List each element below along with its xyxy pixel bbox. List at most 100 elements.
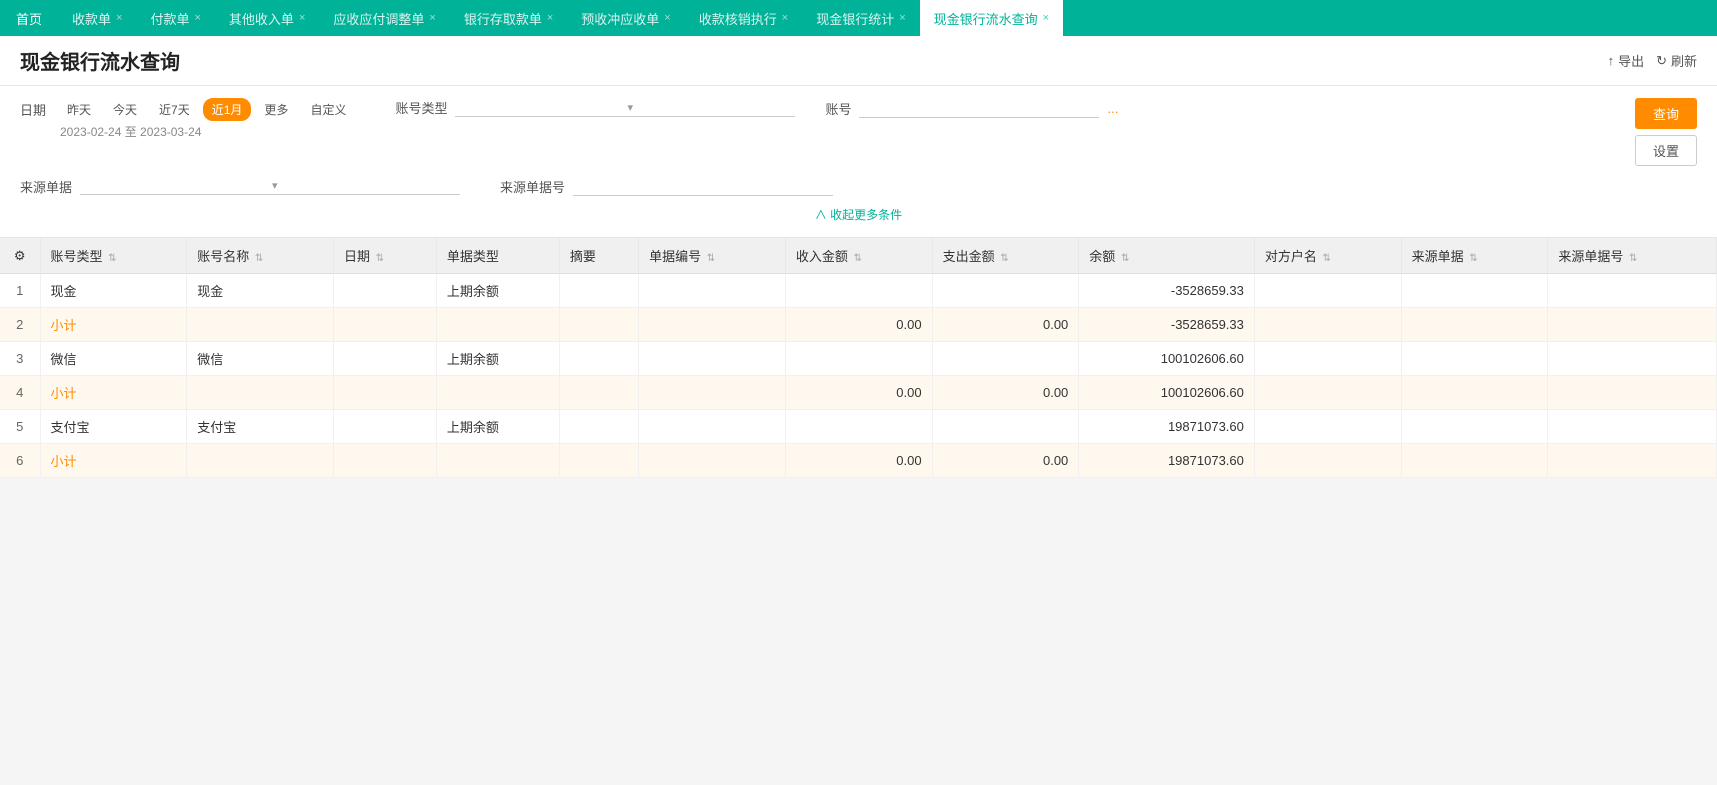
sort-icon[interactable]: ⇅ (1121, 253, 1129, 264)
cell-source_doc_no (1548, 308, 1717, 342)
more-btn[interactable]: 更多 (255, 98, 297, 121)
cell-date (333, 342, 436, 376)
nav-tab-yinhang[interactable]: 银行存取款单 × (450, 0, 567, 36)
table-row[interactable]: 2小计0.000.00-3528659.33 (0, 308, 1717, 342)
table-row[interactable]: 3微信微信上期余额100102606.60 (0, 342, 1717, 376)
dropdown-arrow-icon: ▾ (627, 101, 789, 114)
cell-date (333, 376, 436, 410)
sort-icon[interactable]: ⇅ (255, 253, 263, 264)
close-icon[interactable]: × (299, 12, 305, 24)
nav-tab-yingshou[interactable]: 应收应付调整单 × (319, 0, 449, 36)
cell-doc_type (436, 376, 559, 410)
close-icon[interactable]: × (664, 12, 670, 24)
cell-summary (559, 376, 638, 410)
col-source-doc-no: 来源单据号 ⇅ (1548, 238, 1717, 274)
cell-source_doc_no (1548, 342, 1717, 376)
col-settings[interactable]: ⚙ (0, 238, 40, 274)
nav-home[interactable]: 首页 (0, 0, 58, 36)
cell-doc_no (639, 274, 786, 308)
cell-counterpart (1254, 342, 1401, 376)
cell-source_doc (1401, 308, 1548, 342)
nav-tab-liushui[interactable]: 现金银行流水查询 × (920, 0, 1063, 36)
cell-account_type: 微信 (40, 342, 187, 376)
sort-icon[interactable]: ⇅ (108, 253, 116, 264)
col-expense: 支出金额 ⇅ (932, 238, 1079, 274)
source-doc-select[interactable]: ▾ (80, 177, 460, 195)
export-button[interactable]: ↑ 导出 (1608, 51, 1645, 70)
cell-balance: 19871073.60 (1079, 410, 1255, 444)
cell-account_name (187, 444, 334, 478)
refresh-button[interactable]: ↻ 刷新 (1656, 51, 1697, 70)
cell-no: 6 (0, 444, 40, 478)
data-table: ⚙ 账号类型 ⇅ 账号名称 ⇅ 日期 ⇅ 单据类型 摘要 (0, 238, 1717, 478)
sort-icon[interactable]: ⇅ (854, 253, 862, 264)
sort-icon[interactable]: ⇅ (1629, 253, 1637, 264)
close-icon[interactable]: × (429, 12, 435, 24)
days7-btn[interactable]: 近7天 (150, 98, 199, 121)
page-header: 现金银行流水查询 ↑ 导出 ↻ 刷新 (0, 36, 1717, 86)
sort-icon[interactable]: ⇅ (1323, 253, 1331, 264)
close-icon[interactable]: × (194, 12, 200, 24)
table-row[interactable]: 5支付宝支付宝上期余额19871073.60 (0, 410, 1717, 444)
cell-expense: 0.00 (932, 444, 1079, 478)
cell-doc_no (639, 444, 786, 478)
account-dots[interactable]: ... (1107, 101, 1118, 116)
collapse-bar[interactable]: ∧ 收起更多条件 (20, 200, 1697, 229)
top-navigation: 首页 收款单 × 付款单 × 其他收入单 × 应收应付调整单 × 银行存取款单 … (0, 0, 1717, 36)
nav-tab-shoukuan[interactable]: 收款单 × (58, 0, 136, 36)
table-row[interactable]: 6小计0.000.0019871073.60 (0, 444, 1717, 478)
refresh-icon: ↻ (1656, 53, 1667, 69)
cell-source_doc (1401, 342, 1548, 376)
cell-account_type: 小计 (40, 376, 187, 410)
account-type-select[interactable]: ▾ (455, 99, 795, 117)
cell-balance: 100102606.60 (1079, 376, 1255, 410)
custom-btn[interactable]: 自定义 (301, 98, 355, 121)
nav-tab-qita[interactable]: 其他收入单 × (215, 0, 319, 36)
cell-date (333, 308, 436, 342)
header-actions: ↑ 导出 ↻ 刷新 (1608, 51, 1697, 70)
settings-button[interactable]: 设置 (1635, 135, 1697, 166)
close-icon[interactable]: × (782, 12, 788, 24)
cell-account_type: 支付宝 (40, 410, 187, 444)
sort-icon[interactable]: ⇅ (707, 253, 715, 264)
action-buttons: 查询 设置 (1635, 98, 1697, 166)
sort-icon[interactable]: ⇅ (1000, 253, 1008, 264)
cell-counterpart (1254, 444, 1401, 478)
yesterday-btn[interactable]: 昨天 (58, 98, 100, 121)
month1-btn[interactable]: 近1月 (203, 98, 252, 121)
close-icon[interactable]: × (1043, 12, 1049, 24)
cell-no: 5 (0, 410, 40, 444)
nav-tab-fukuan[interactable]: 付款单 × (136, 0, 214, 36)
nav-tab-yushou[interactable]: 预收冲应收单 × (567, 0, 684, 36)
col-source-doc: 来源单据 ⇅ (1401, 238, 1548, 274)
sort-icon[interactable]: ⇅ (1469, 253, 1477, 264)
cell-source_doc_no (1548, 444, 1717, 478)
cell-no: 1 (0, 274, 40, 308)
cell-balance: -3528659.33 (1079, 308, 1255, 342)
settings-gear-icon[interactable]: ⚙ (14, 248, 26, 263)
cell-income (785, 274, 932, 308)
close-icon[interactable]: × (899, 12, 905, 24)
cell-source_doc_no (1548, 376, 1717, 410)
query-button[interactable]: 查询 (1635, 98, 1697, 129)
table-body: 1现金现金上期余额-3528659.332小计0.000.00-3528659.… (0, 274, 1717, 478)
cell-doc_no (639, 308, 786, 342)
cell-counterpart (1254, 274, 1401, 308)
close-icon[interactable]: × (116, 12, 122, 24)
cell-account_name: 微信 (187, 342, 334, 376)
col-income: 收入金额 ⇅ (785, 238, 932, 274)
cell-source_doc (1401, 444, 1548, 478)
sort-icon[interactable]: ⇅ (376, 253, 384, 264)
source-doc-no-input[interactable] (573, 176, 833, 196)
nav-tab-shoukuan-hexiao[interactable]: 收款核销执行 × (685, 0, 802, 36)
nav-tab-tongji[interactable]: 现金银行统计 × (802, 0, 919, 36)
cell-income: 0.00 (785, 376, 932, 410)
close-icon[interactable]: × (547, 12, 553, 24)
account-input[interactable] (859, 98, 1099, 118)
cell-account_type: 小计 (40, 444, 187, 478)
table-row[interactable]: 4小计0.000.00100102606.60 (0, 376, 1717, 410)
cell-no: 2 (0, 308, 40, 342)
col-counterpart: 对方户名 ⇅ (1254, 238, 1401, 274)
today-btn[interactable]: 今天 (104, 98, 146, 121)
table-row[interactable]: 1现金现金上期余额-3528659.33 (0, 274, 1717, 308)
